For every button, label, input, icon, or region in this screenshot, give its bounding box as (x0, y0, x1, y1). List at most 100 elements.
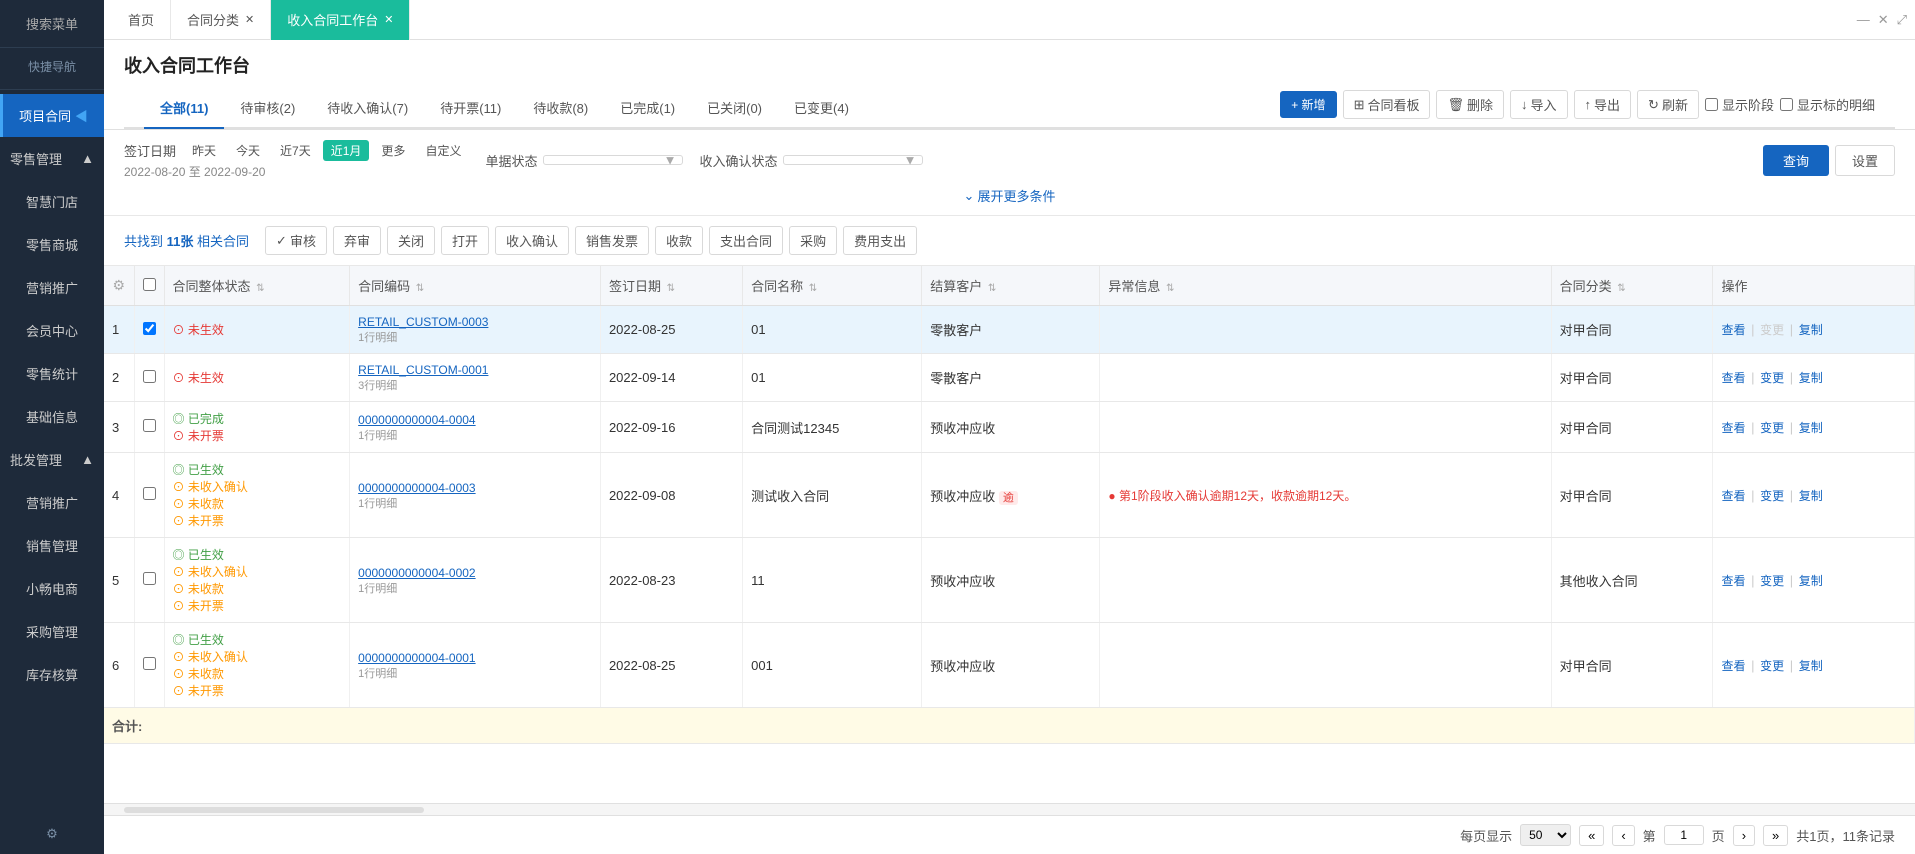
confirm-status-select[interactable]: ▼ (783, 155, 923, 165)
select-all-checkbox[interactable] (143, 278, 156, 291)
query-button[interactable]: 查询 (1763, 145, 1829, 176)
sub-tab-pending-confirm[interactable]: 待收入确认(7) (311, 88, 424, 129)
sub-tab-pending-invoice[interactable]: 待开票(11) (424, 88, 517, 129)
copy-link[interactable]: 复制 (1799, 489, 1823, 503)
sidebar-item-base-info[interactable]: 基础信息 (0, 395, 104, 438)
sidebar-nav-label[interactable]: 快捷导航 (0, 48, 104, 85)
sidebar-item-sales-manage[interactable]: 销售管理 (0, 524, 104, 567)
date-option-7days[interactable]: 近7天 (272, 140, 319, 161)
row-checkbox[interactable] (134, 306, 164, 354)
expense-contract-button[interactable]: 支出合同 (709, 226, 783, 255)
show-field-checkbox[interactable]: 显示阶段 (1705, 95, 1774, 114)
review-button[interactable]: ✓ 审核 (265, 226, 327, 255)
view-link[interactable]: 查看 (1721, 323, 1745, 337)
date-option-today[interactable]: 今天 (228, 140, 268, 161)
table-settings-icon[interactable]: ⚙ (112, 277, 125, 293)
copy-link[interactable]: 复制 (1799, 371, 1823, 385)
sub-tab-all[interactable]: 全部(11) (144, 88, 224, 129)
expense-out-button[interactable]: 费用支出 (843, 226, 917, 255)
contract-code-link[interactable]: 0000000000004-0001 (358, 651, 475, 665)
edit-link[interactable]: 变更 (1760, 574, 1784, 588)
view-link[interactable]: 查看 (1721, 371, 1745, 385)
date-option-custom[interactable]: 自定义 (417, 140, 469, 161)
edit-link[interactable]: 变更 (1760, 421, 1784, 435)
income-confirm-button[interactable]: 收入确认 (495, 226, 569, 255)
copy-link[interactable]: 复制 (1799, 421, 1823, 435)
purchase-button[interactable]: 采购 (789, 226, 837, 255)
tab-income-workbench[interactable]: 收入合同工作台 ✕ (271, 0, 410, 40)
kanban-button[interactable]: ⊞ 合同看板 (1343, 90, 1431, 119)
refresh-button[interactable]: ↻ 刷新 (1637, 90, 1699, 119)
sidebar-item-member[interactable]: 会员中心 (0, 309, 104, 352)
date-option-1month[interactable]: 近1月 (323, 140, 370, 161)
last-page-button[interactable]: » (1763, 825, 1788, 846)
page-size-select[interactable]: 50 100 200 (1520, 824, 1571, 846)
new-button[interactable]: + 新增 (1280, 91, 1336, 118)
horizontal-scrollbar[interactable] (124, 807, 424, 813)
sidebar-search[interactable]: 搜索菜单 (0, 0, 104, 48)
edit-link[interactable]: 变更 (1760, 371, 1784, 385)
edit-link[interactable]: 变更 (1760, 489, 1784, 503)
row-checkbox[interactable] (134, 402, 164, 453)
sidebar-item-purchase[interactable]: 采购管理 (0, 610, 104, 653)
next-page-button[interactable]: › (1733, 825, 1755, 846)
abandon-review-button[interactable]: 弃审 (333, 226, 381, 255)
sub-tab-pending-receipt[interactable]: 待收款(8) (517, 88, 604, 129)
receipt-button[interactable]: 收款 (655, 226, 703, 255)
first-page-button[interactable]: « (1579, 825, 1604, 846)
sub-tab-completed[interactable]: 已完成(1) (604, 88, 691, 129)
sidebar-item-wholesale[interactable]: 批发管理 ▲ (0, 438, 104, 481)
window-close-icon[interactable]: ✕ (1878, 12, 1889, 28)
view-link[interactable]: 查看 (1721, 489, 1745, 503)
page-input[interactable] (1664, 825, 1704, 845)
sidebar-item-ecommerce[interactable]: 小畅电商 (0, 567, 104, 610)
sidebar-item-marketing[interactable]: 营销推广 (0, 266, 104, 309)
sub-tab-closed[interactable]: 已关闭(0) (691, 88, 778, 129)
row-checkbox[interactable] (134, 538, 164, 623)
setting-button[interactable]: 设置 (1835, 145, 1895, 176)
window-minimize-icon[interactable]: — (1857, 12, 1870, 27)
copy-link[interactable]: 复制 (1799, 659, 1823, 673)
row-checkbox[interactable] (134, 623, 164, 708)
status-select[interactable]: ▼ (543, 155, 683, 165)
open-contract-button[interactable]: 打开 (441, 226, 489, 255)
sidebar-settings[interactable]: ⚙ (0, 814, 104, 854)
sub-tab-changed[interactable]: 已变更(4) (778, 88, 865, 129)
edit-link[interactable]: 变更 (1760, 659, 1784, 673)
close-contract-button[interactable]: 关闭 (387, 226, 435, 255)
contract-code-link[interactable]: RETAIL_CUSTOM-0003 (358, 315, 488, 329)
sidebar-item-retail-manage[interactable]: 零售管理 ▲ (0, 137, 104, 180)
window-expand-icon[interactable]: ⤢ (1897, 12, 1907, 28)
view-link[interactable]: 查看 (1721, 659, 1745, 673)
tab-contract-category[interactable]: 合同分类 ✕ (171, 0, 271, 40)
sidebar-item-project-contract[interactable]: 项目合同 ◀ (0, 94, 104, 137)
sidebar-item-smart-store[interactable]: 智慧门店 (0, 180, 104, 223)
contract-code-link[interactable]: 0000000000004-0003 (358, 481, 475, 495)
view-link[interactable]: 查看 (1721, 421, 1745, 435)
sales-invoice-button[interactable]: 销售发票 (575, 226, 649, 255)
tab-home[interactable]: 首页 (112, 0, 171, 40)
sidebar-item-retail-stats[interactable]: 零售统计 (0, 352, 104, 395)
prev-page-button[interactable]: ‹ (1612, 825, 1634, 846)
date-option-more[interactable]: 更多 (373, 140, 413, 161)
contract-code-link[interactable]: 0000000000004-0004 (358, 413, 475, 427)
sidebar-item-retail-mall[interactable]: 零售商城 (0, 223, 104, 266)
tab-close-icon[interactable]: ✕ (384, 13, 393, 26)
export-button[interactable]: ↑ 导出 (1574, 90, 1632, 119)
view-link[interactable]: 查看 (1721, 574, 1745, 588)
copy-link[interactable]: 复制 (1799, 323, 1823, 337)
row-checkbox[interactable] (134, 354, 164, 402)
sidebar-item-inventory[interactable]: 库存核算 (0, 653, 104, 696)
tab-close-icon[interactable]: ✕ (245, 13, 254, 26)
copy-link[interactable]: 复制 (1799, 574, 1823, 588)
import-button[interactable]: ↓ 导入 (1510, 90, 1568, 119)
sidebar-item-marketing2[interactable]: 营销推广 (0, 481, 104, 524)
delete-button[interactable]: 🗑 删除 (1436, 90, 1504, 119)
row-checkbox[interactable] (134, 453, 164, 538)
show-label-checkbox[interactable]: 显示标的明细 (1780, 95, 1875, 114)
sub-tab-pending-review[interactable]: 待审核(2) (224, 88, 311, 129)
contract-code-link[interactable]: RETAIL_CUSTOM-0001 (358, 363, 488, 377)
expand-filter-button[interactable]: ⌄ 展开更多条件 (964, 186, 1056, 205)
contract-code-link[interactable]: 0000000000004-0002 (358, 566, 475, 580)
date-option-yesterday[interactable]: 昨天 (184, 140, 224, 161)
